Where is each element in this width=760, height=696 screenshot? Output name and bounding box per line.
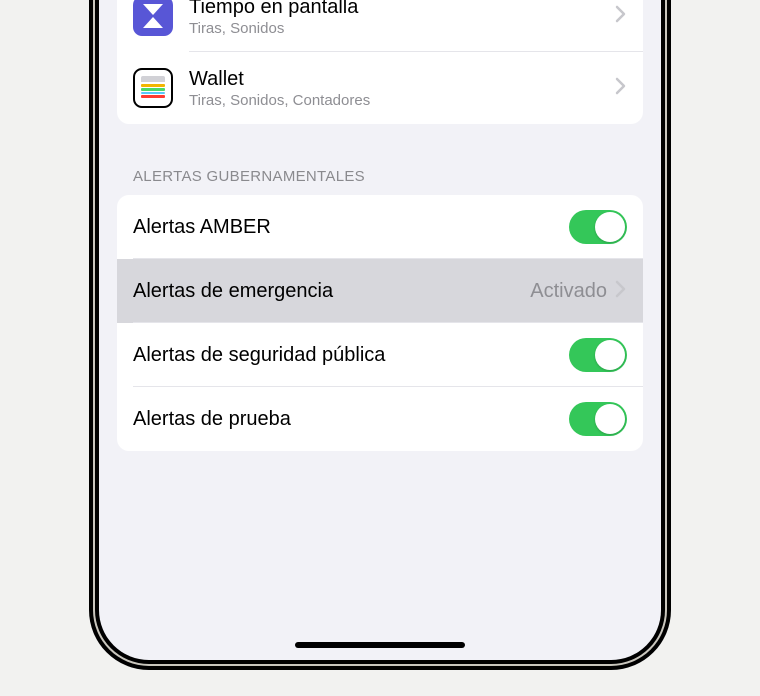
section-header-government-alerts: ALERTAS GUBERNAMENTALES xyxy=(133,168,627,185)
government-alerts-group: Alertas AMBER Alertas de emergencia Acti… xyxy=(117,195,643,451)
wallet-icon xyxy=(133,68,173,108)
row-subtitle: Tiras, Sonidos, Contadores xyxy=(189,92,607,109)
phone-frame: Tiempo en pantalla Tiras, Sonidos xyxy=(89,0,671,670)
row-amber-alerts: Alertas AMBER xyxy=(117,195,643,259)
chevron-right-icon xyxy=(615,5,627,28)
toggle-test-alerts[interactable] xyxy=(569,402,627,436)
notifications-app-group: Tiempo en pantalla Tiras, Sonidos xyxy=(117,0,643,124)
settings-screen: Tiempo en pantalla Tiras, Sonidos xyxy=(99,0,661,660)
settings-row-screentime[interactable]: Tiempo en pantalla Tiras, Sonidos xyxy=(117,0,643,52)
row-title: Wallet xyxy=(189,67,607,91)
row-title: Tiempo en pantalla xyxy=(189,0,607,19)
row-value: Activado xyxy=(530,280,607,303)
home-indicator[interactable] xyxy=(295,642,465,648)
settings-row-wallet[interactable]: Wallet Tiras, Sonidos, Contadores xyxy=(117,52,643,124)
row-subtitle: Tiras, Sonidos xyxy=(189,20,607,37)
row-public-safety-alerts: Alertas de seguridad pública xyxy=(117,323,643,387)
row-label: Alertas AMBER xyxy=(133,215,569,239)
toggle-amber-alerts[interactable] xyxy=(569,210,627,244)
row-test-alerts: Alertas de prueba xyxy=(117,387,643,451)
chevron-right-icon xyxy=(615,77,627,100)
row-label: Alertas de prueba xyxy=(133,407,569,431)
row-text: Tiempo en pantalla Tiras, Sonidos xyxy=(189,0,607,37)
screentime-icon xyxy=(133,0,173,36)
toggle-public-safety-alerts[interactable] xyxy=(569,338,627,372)
row-label: Alertas de emergencia xyxy=(133,279,522,303)
row-emergency-alerts[interactable]: Alertas de emergencia Activado xyxy=(117,259,643,323)
row-label: Alertas de seguridad pública xyxy=(133,343,569,367)
chevron-right-icon xyxy=(615,280,627,303)
row-text: Wallet Tiras, Sonidos, Contadores xyxy=(189,67,607,109)
